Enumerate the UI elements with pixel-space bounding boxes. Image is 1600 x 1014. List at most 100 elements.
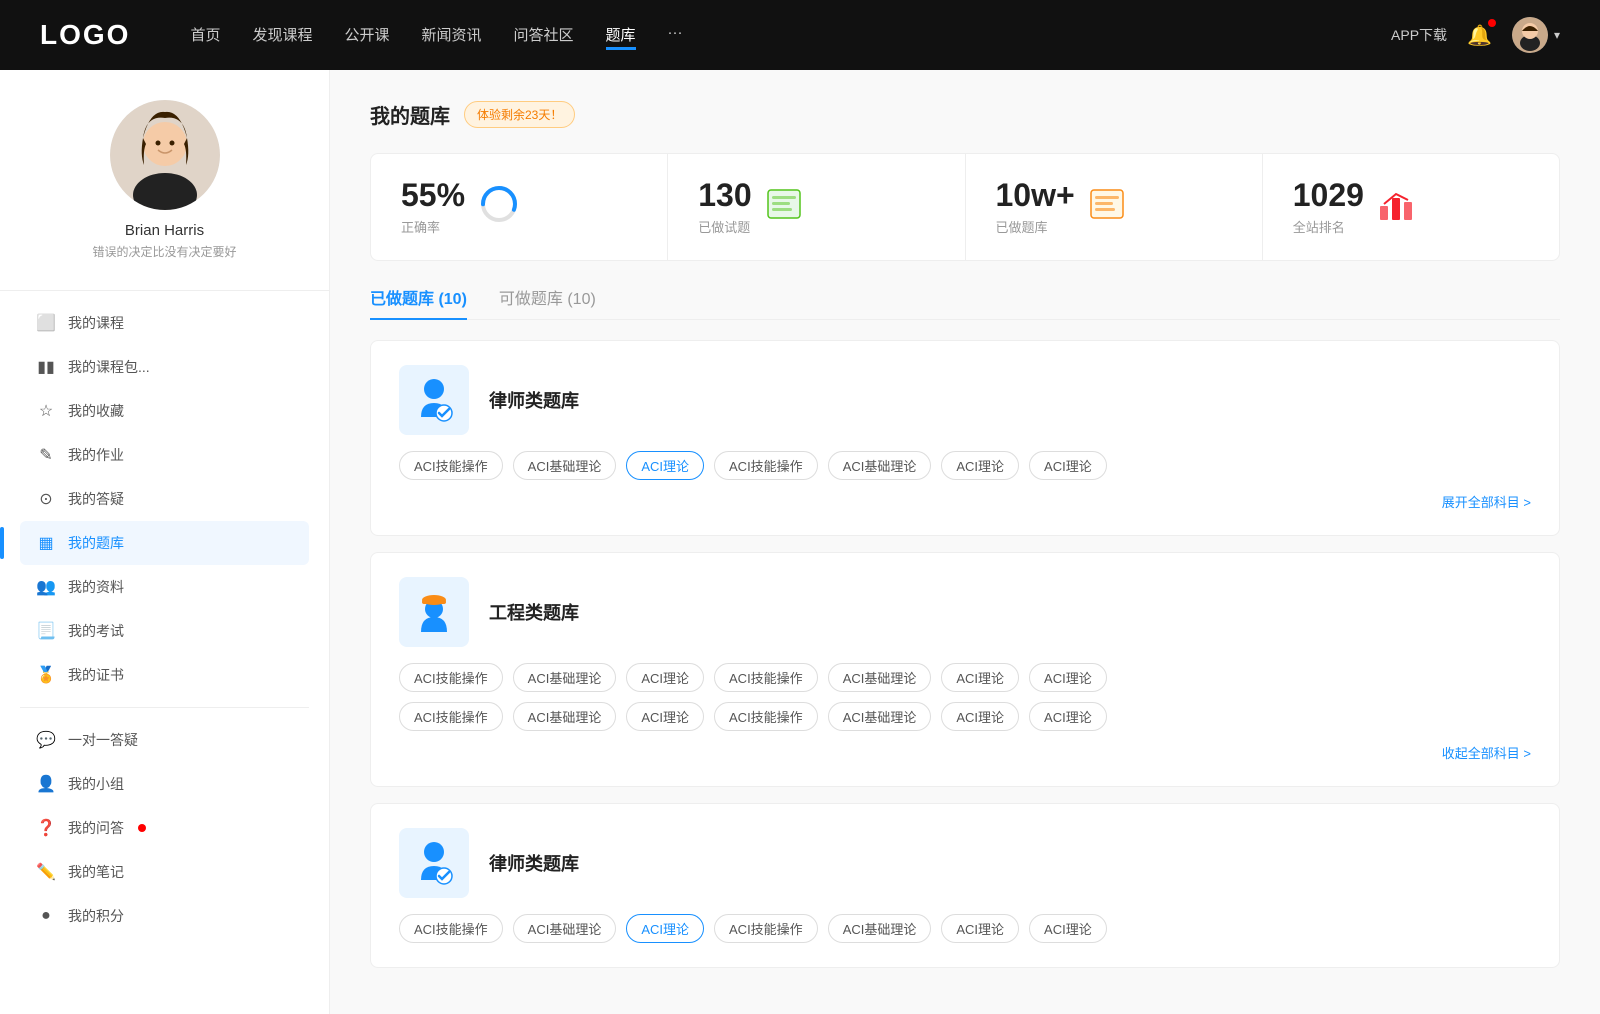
stat-done-label: 已做试题 [698,217,751,236]
sidebar-item-label: 我的课程 [68,313,124,333]
nav-more[interactable]: ··· [668,20,683,50]
questions-icon: ❓ [36,818,56,838]
tag-4[interactable]: ACI基础理论 [828,451,932,480]
app-download-link[interactable]: APP下载 [1391,25,1447,45]
eng-tag2-1[interactable]: ACI基础理论 [513,702,617,731]
eng-tag-1[interactable]: ACI基础理论 [513,663,617,692]
sidebar-item-my-group[interactable]: 👤 我的小组 [20,762,309,806]
unread-dot [138,824,146,832]
nav-discover[interactable]: 发现课程 [252,20,312,50]
stats-row: 55% 正确率 130 已做试题 [370,153,1560,261]
sidebar-item-1on1-qa[interactable]: 💬 一对一答疑 [20,718,309,762]
tags-row-engineer-1: ACI技能操作 ACI基础理论 ACI理论 ACI技能操作 ACI基础理论 AC… [399,663,1531,692]
sidebar-item-label: 我的收藏 [68,401,124,421]
law2-tag-1[interactable]: ACI基础理论 [513,914,617,943]
tag-1[interactable]: ACI基础理论 [513,451,617,480]
main-content: 我的题库 体验剩余23天！ 55% 正确率 130 [330,70,1600,1014]
eng-tag-5[interactable]: ACI理论 [941,663,1019,692]
tag-6[interactable]: ACI理论 [1029,451,1107,480]
nav-opencourse[interactable]: 公开课 [344,20,389,50]
avatar [1512,17,1548,53]
course-icon: ⬜ [36,313,56,333]
accuracy-icon [479,184,519,231]
eng-tag2-3[interactable]: ACI技能操作 [714,702,818,731]
package-icon: ▮▮ [36,357,56,377]
sidebar-divider [0,290,329,291]
sidebar-item-my-exam[interactable]: 📃 我的考试 [20,609,309,653]
eng-tag-2[interactable]: ACI理论 [626,663,704,692]
expand-link-lawyer-1[interactable]: 展开全部科目 > [399,492,1531,511]
tags-row-lawyer-1: ACI技能操作 ACI基础理论 ACI理论 ACI技能操作 ACI基础理论 AC… [399,451,1531,480]
sidebar-profile: Brian Harris 错误的决定比没有决定要好 [0,100,329,280]
law2-tag-6[interactable]: ACI理论 [1029,914,1107,943]
bank-card-engineer-header: 工程类题库 [399,577,1531,647]
sidebar-item-label: 我的考试 [68,621,124,641]
tag-0[interactable]: ACI技能操作 [399,451,503,480]
collapse-link-engineer[interactable]: 收起全部科目 > [399,743,1531,762]
sidebar-item-favorites[interactable]: ☆ 我的收藏 [20,389,309,433]
law2-tag-2-active[interactable]: ACI理论 [626,914,704,943]
eng-tag-6[interactable]: ACI理论 [1029,663,1107,692]
sidebar-item-homework[interactable]: ✎ 我的作业 [20,433,309,477]
sidebar-item-my-certificate[interactable]: 🏅 我的证书 [20,653,309,697]
tag-3[interactable]: ACI技能操作 [714,451,818,480]
tab-done-banks[interactable]: 已做题库 (10) [370,285,467,319]
stat-done-value: 130 [698,178,751,213]
sidebar-item-my-qa[interactable]: ⊙ 我的答疑 [20,477,309,521]
bank-card-lawyer-1: 律师类题库 ACI技能操作 ACI基础理论 ACI理论 ACI技能操作 ACI基… [370,340,1560,536]
cert-icon: 🏅 [36,665,56,685]
bank-card-lawyer-2: 律师类题库 ACI技能操作 ACI基础理论 ACI理论 ACI技能操作 ACI基… [370,803,1560,968]
stat-rank-value: 1029 [1293,178,1364,213]
eng-tag-0[interactable]: ACI技能操作 [399,663,503,692]
sidebar-item-question-bank[interactable]: ▦ 我的题库 [20,521,309,565]
tag-2-active[interactable]: ACI理论 [626,451,704,480]
nav-links: 首页 发现课程 公开课 新闻资讯 问答社区 题库 ··· [190,20,1391,50]
eng-tag2-0[interactable]: ACI技能操作 [399,702,503,731]
stat-accuracy: 55% 正确率 [371,154,668,260]
sidebar-item-label: 我的证书 [68,665,124,685]
nav-right: APP下载 🔔 ▾ [1391,17,1560,53]
law2-tag-4[interactable]: ACI基础理论 [828,914,932,943]
bank-title-lawyer-2: 律师类题库 [489,850,579,876]
nav-questionbank[interactable]: 题库 [606,20,636,50]
profile-avatar [110,100,220,210]
sidebar-item-course-package[interactable]: ▮▮ 我的课程包... [20,345,309,389]
notification-bell[interactable]: 🔔 [1467,23,1492,48]
done-banks-icon [1089,186,1125,229]
law2-tag-0[interactable]: ACI技能操作 [399,914,503,943]
main-layout: Brian Harris 错误的决定比没有决定要好 ⬜ 我的课程 ▮▮ 我的课程… [0,70,1600,1014]
sidebar-item-label: 我的题库 [68,533,124,553]
sidebar-item-label: 我的积分 [68,906,124,926]
eng-tag2-4[interactable]: ACI基础理论 [828,702,932,731]
sidebar-item-label: 我的课程包... [68,357,150,377]
sidebar-item-my-notes[interactable]: ✏️ 我的笔记 [20,850,309,894]
law2-tag-5[interactable]: ACI理论 [941,914,1019,943]
stat-done-questions: 130 已做试题 [668,154,965,260]
sidebar-item-my-data[interactable]: 👥 我的资料 [20,565,309,609]
homework-icon: ✎ [36,445,56,465]
sidebar-item-my-questions[interactable]: ❓ 我的问答 [20,806,309,850]
eng-tag2-5[interactable]: ACI理论 [941,702,1019,731]
law2-tag-3[interactable]: ACI技能操作 [714,914,818,943]
page-header: 我的题库 体验剩余23天！ [370,100,1560,129]
sidebar-item-my-points[interactable]: ● 我的积分 [20,894,309,938]
sidebar-item-my-courses[interactable]: ⬜ 我的课程 [20,301,309,345]
eng-tag-4[interactable]: ACI基础理论 [828,663,932,692]
eng-tag2-2[interactable]: ACI理论 [626,702,704,731]
page-title: 我的题库 [370,100,450,129]
logo[interactable]: LOGO [40,19,130,51]
bank-card-lawyer-2-header: 律师类题库 [399,828,1531,898]
nav-qa[interactable]: 问答社区 [514,20,574,50]
stat-done-banks: 10w+ 已做题库 [966,154,1263,260]
sidebar-menu: ⬜ 我的课程 ▮▮ 我的课程包... ☆ 我的收藏 ✎ 我的作业 ⊙ 我的答疑 … [0,301,329,938]
bank-title-lawyer-1: 律师类题库 [489,387,579,413]
nav-news[interactable]: 新闻资讯 [422,20,482,50]
user-avatar-menu[interactable]: ▾ [1512,17,1560,53]
eng-tag-3[interactable]: ACI技能操作 [714,663,818,692]
eng-tag2-6[interactable]: ACI理论 [1029,702,1107,731]
sidebar-item-label: 一对一答疑 [68,730,138,750]
tag-5[interactable]: ACI理论 [941,451,1019,480]
nav-home[interactable]: 首页 [190,20,220,50]
tab-available-banks[interactable]: 可做题库 (10) [499,285,596,319]
tabs-row: 已做题库 (10) 可做题库 (10) [370,285,1560,320]
